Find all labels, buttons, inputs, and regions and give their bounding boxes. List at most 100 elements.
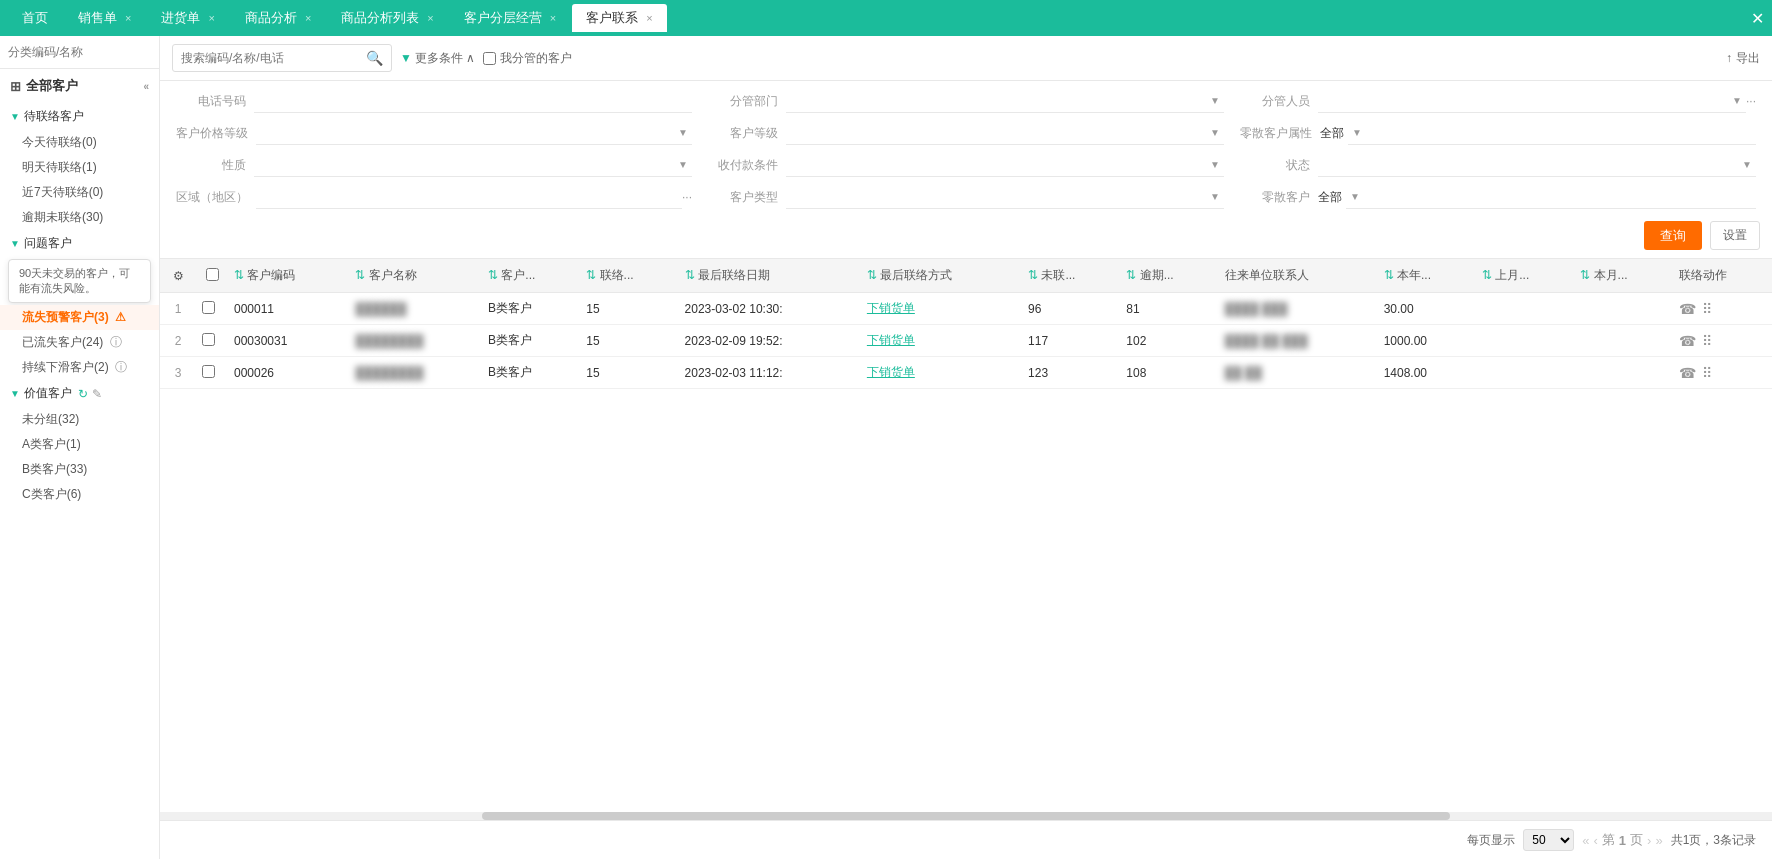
select-all-checkbox[interactable] [206, 268, 219, 281]
row-3-check[interactable] [202, 365, 215, 378]
filter-payment-select[interactable]: ▼ [786, 153, 1224, 177]
collapse-icon[interactable]: « [143, 81, 149, 92]
filter-region-select[interactable] [256, 185, 682, 209]
row-1-more-icon[interactable]: ⠿ [1702, 301, 1712, 317]
my-customers-check[interactable] [483, 52, 496, 65]
settings-button[interactable]: 设置 [1710, 221, 1760, 250]
col-last-method-sort-icon[interactable]: ⇅ [867, 268, 877, 282]
sidebar-item-ungrouped[interactable]: 未分组(32) [0, 407, 159, 432]
row-3-last-month [1476, 357, 1574, 389]
row-3-method-link[interactable]: 下销货单 [867, 365, 915, 379]
search-input[interactable] [181, 51, 362, 65]
sidebar-item-overdue[interactable]: 逾期未联络(30) [0, 205, 159, 230]
horizontal-scrollbar[interactable] [160, 812, 1772, 820]
row-2-more-icon[interactable]: ⠿ [1702, 333, 1712, 349]
export-button[interactable]: ↑ 导出 [1726, 50, 1760, 67]
tab-customer-contact-close[interactable]: × [646, 12, 652, 24]
filter-nature-select[interactable]: ▼ [254, 153, 692, 177]
row-2-method-link[interactable]: 下销货单 [867, 333, 915, 347]
last-page-button[interactable]: » [1655, 833, 1662, 848]
col-name-sort-icon[interactable]: ⇅ [355, 268, 365, 282]
tab-customer-contact[interactable]: 客户联系 × [572, 4, 666, 32]
filter-region-label: 区域（地区） [176, 189, 248, 206]
col-current-year: ⇅ 本年... [1378, 259, 1476, 293]
col-checkbox [196, 259, 228, 293]
col-current-year-sort-icon[interactable]: ⇅ [1384, 268, 1394, 282]
row-1-method-link[interactable]: 下销货单 [867, 301, 915, 315]
first-page-button[interactable]: « [1582, 833, 1589, 848]
filter-manager-select[interactable]: ▼ [1318, 89, 1746, 113]
per-page-select[interactable]: 50 100 200 [1523, 829, 1574, 851]
col-uncontacted-sort-icon[interactable]: ⇅ [1028, 268, 1038, 282]
tab-purchase[interactable]: 进货单 × [147, 4, 228, 32]
row-1-check[interactable] [202, 301, 215, 314]
sidebar-item-declining[interactable]: 持续下滑客户(2) ⓘ [0, 355, 159, 380]
sidebar-item-class-b[interactable]: B类客户(33) [0, 457, 159, 482]
col-code-sort-icon[interactable]: ⇅ [234, 268, 244, 282]
sidebar-item-churned[interactable]: 已流失客户(24) ⓘ [0, 330, 159, 355]
row-3-contact-icon[interactable]: ☎ [1679, 365, 1696, 381]
tab-sales-close[interactable]: × [125, 12, 131, 24]
manager-more-icon[interactable]: ··· [1746, 94, 1756, 108]
sidebar-group-value-header[interactable]: ▼ 价值客户 ↻ ✎ [0, 380, 159, 407]
tab-analysis-close[interactable]: × [305, 12, 311, 24]
refresh-icon[interactable]: ↻ [78, 387, 88, 401]
row-3-name-blurred: ████████ [355, 366, 423, 380]
tab-customer-tier-close[interactable]: × [550, 12, 556, 24]
row-2-check[interactable] [202, 333, 215, 346]
filter-price-level-select[interactable]: ▼ [256, 121, 692, 145]
search-box: 🔍 [172, 44, 392, 72]
prev-page-button[interactable]: ‹ [1593, 833, 1597, 848]
sidebar-item-today[interactable]: 今天待联络(0) [0, 130, 159, 155]
sidebar-search-input[interactable] [8, 45, 158, 59]
filter-dept-select[interactable]: ▼ [786, 89, 1224, 113]
sidebar-all-customers[interactable]: ⊞ 全部客户 « [0, 69, 159, 103]
row-1-contact-icon[interactable]: ☎ [1679, 301, 1696, 317]
sidebar-group-value: ▼ 价值客户 ↻ ✎ 未分组(32) A类客户(1) B类客户(33) C类客户… [0, 380, 159, 507]
sidebar-item-7days[interactable]: 近7天待联络(0) [0, 180, 159, 205]
filter-phone-input[interactable] [254, 89, 692, 113]
filter-scatter-customer-select[interactable]: ▼ [1346, 185, 1756, 209]
tab-home[interactable]: 首页 [8, 4, 62, 32]
tab-purchase-close[interactable]: × [208, 12, 214, 24]
scrollbar-thumb[interactable] [482, 812, 1449, 820]
window-close-button[interactable]: ✕ [1751, 9, 1764, 28]
export-label: 导出 [1736, 50, 1760, 67]
more-conditions-button[interactable]: ▼ 更多条件 ∧ [400, 50, 475, 67]
filter-status-select[interactable]: ▼ [1318, 153, 1756, 177]
sidebar-item-class-c[interactable]: C类客户(6) [0, 482, 159, 507]
col-overdue-sort-icon[interactable]: ⇅ [1126, 268, 1136, 282]
dept-dropdown-icon: ▼ [1210, 95, 1220, 106]
col-type-sort-icon[interactable]: ⇅ [488, 268, 498, 282]
export-icon: ↑ [1726, 51, 1732, 65]
sidebar-group-problem-header[interactable]: ▼ 问题客户 [0, 230, 159, 257]
sidebar-item-churn-warning[interactable]: 流失预警客户(3) ⚠ [0, 305, 159, 330]
grid-icon: ⊞ [10, 79, 21, 94]
row-3-more-icon[interactable]: ⠿ [1702, 365, 1712, 381]
region-more-icon[interactable]: ··· [682, 190, 692, 204]
next-page-button[interactable]: › [1647, 833, 1651, 848]
edit-icon[interactable]: ✎ [92, 387, 102, 401]
col-last-date-sort-icon[interactable]: ⇅ [685, 268, 695, 282]
tab-analysis-list-close[interactable]: × [427, 12, 433, 24]
filter-customer-type-select[interactable]: ▼ [786, 185, 1224, 209]
filter-customer-level-select[interactable]: ▼ [786, 121, 1224, 145]
settings-gear-icon[interactable]: ⚙ [173, 269, 184, 283]
price-level-dropdown-icon: ▼ [678, 127, 688, 138]
sidebar-item-class-a[interactable]: A类客户(1) [0, 432, 159, 457]
row-2-contact-icon[interactable]: ☎ [1679, 333, 1696, 349]
query-button[interactable]: 查询 [1644, 221, 1702, 250]
sidebar-group-pending-header[interactable]: ▼ 待联络客户 [0, 103, 159, 130]
row-1-code: 000011 [228, 293, 349, 325]
col-this-month-sort-icon[interactable]: ⇅ [1580, 268, 1590, 282]
filter-scatter-attr-select[interactable]: ▼ [1348, 121, 1756, 145]
col-contact-count-sort-icon[interactable]: ⇅ [586, 268, 596, 282]
tab-analysis[interactable]: 商品分析 × [231, 4, 325, 32]
tab-customer-tier[interactable]: 客户分层经营 × [450, 4, 570, 32]
sidebar-item-tomorrow[interactable]: 明天待联络(1) [0, 155, 159, 180]
tab-analysis-list[interactable]: 商品分析列表 × [327, 4, 447, 32]
tab-sales[interactable]: 销售单 × [64, 4, 145, 32]
col-last-month-sort-icon[interactable]: ⇅ [1482, 268, 1492, 282]
my-customers-checkbox[interactable]: 我分管的客户 [483, 50, 572, 67]
search-button[interactable]: 🔍 [366, 50, 383, 66]
